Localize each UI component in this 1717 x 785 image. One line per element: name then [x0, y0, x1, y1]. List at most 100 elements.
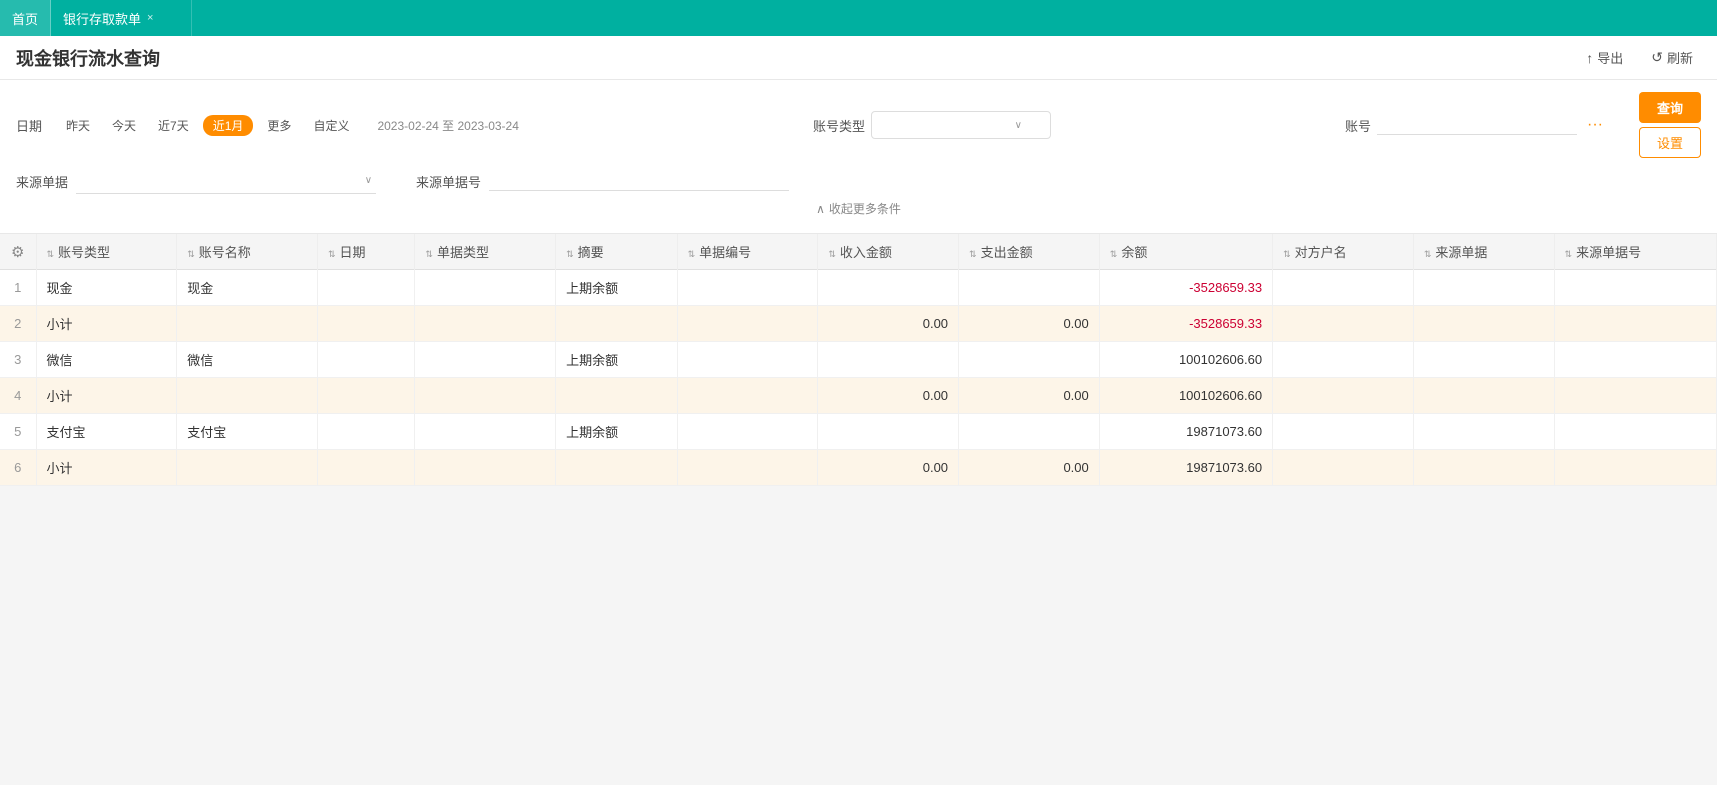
- date-option-近1月[interactable]: 近1月: [203, 115, 254, 136]
- cell-account_name-4: 支付宝: [177, 414, 318, 450]
- cell-income-5: 0.00: [818, 450, 959, 486]
- cell-balance-0: -3528659.33: [1099, 270, 1272, 306]
- cell-expense-0: [959, 270, 1100, 306]
- source-doc-select[interactable]: ∨: [76, 168, 376, 194]
- table-row: 4小计0.000.00100102606.60: [0, 378, 1717, 414]
- col-header-counterpart[interactable]: ⇅对方户名: [1273, 234, 1414, 270]
- col-header-account_name[interactable]: ⇅账号名称: [177, 234, 318, 270]
- refresh-button[interactable]: ↺ 刷新: [1643, 44, 1701, 71]
- col-header-date[interactable]: ⇅日期: [317, 234, 414, 270]
- cell-date-2: [317, 342, 414, 378]
- cell-settings-4: 5: [0, 414, 36, 450]
- filter-row-1: 日期 昨天今天近7天近1月更多自定义 2023-02-24 至 2023-03-…: [16, 92, 1701, 158]
- date-option-昨天[interactable]: 昨天: [58, 115, 98, 136]
- col-header-balance[interactable]: ⇅余额: [1099, 234, 1272, 270]
- sort-icon-doc_type: ⇅: [425, 249, 433, 260]
- account-input[interactable]: [1377, 115, 1577, 135]
- col-label-account_type: 账号类型: [58, 245, 110, 260]
- table-settings-icon[interactable]: ⚙: [11, 244, 24, 261]
- col-label-date: 日期: [339, 245, 365, 260]
- date-option-更多[interactable]: 更多: [259, 115, 299, 136]
- cell-income-2: [818, 342, 959, 378]
- account-type-select[interactable]: ∨: [871, 111, 1051, 139]
- col-header-account_type[interactable]: ⇅账号类型: [36, 234, 177, 270]
- export-icon: ↑: [1586, 50, 1593, 66]
- cell-source_doc-2: [1413, 342, 1554, 378]
- cell-expense-5: 0.00: [959, 450, 1100, 486]
- cell-account_name-2: 微信: [177, 342, 318, 378]
- cell-settings-1: 2: [0, 306, 36, 342]
- refresh-icon: ↺: [1651, 49, 1663, 66]
- cell-expense-1: 0.00: [959, 306, 1100, 342]
- col-label-doc_number: 单据编号: [699, 245, 751, 260]
- cell-account_name-3: [177, 378, 318, 414]
- cell-counterpart-2: [1273, 342, 1414, 378]
- cell-date-5: [317, 450, 414, 486]
- col-header-income[interactable]: ⇅收入金额: [818, 234, 959, 270]
- col-label-source_doc_num: 来源单据号: [1576, 245, 1641, 260]
- col-header-doc_number[interactable]: ⇅单据编号: [677, 234, 818, 270]
- tab-label: 银行存取款单: [63, 9, 141, 28]
- settings-button[interactable]: 设置: [1639, 127, 1701, 158]
- cell-settings-0: 1: [0, 270, 36, 306]
- col-label-doc_type: 单据类型: [437, 245, 489, 260]
- cell-source_doc-3: [1413, 378, 1554, 414]
- account-type-filter: 账号类型 ∨: [813, 111, 1051, 139]
- date-option-自定义[interactable]: 自定义: [305, 115, 357, 136]
- source-doc-num-label: 来源单据号: [416, 172, 481, 191]
- collapse-bar[interactable]: ∧ 收起更多条件: [16, 194, 1701, 221]
- col-header-doc_type[interactable]: ⇅ 单据类型: [415, 234, 556, 270]
- table-row: 5支付宝支付宝上期余额19871073.60: [0, 414, 1717, 450]
- table-row: 1现金现金上期余额-3528659.33: [0, 270, 1717, 306]
- nav-tab-银行存取款单[interactable]: 银行存取款单 ×: [51, 0, 192, 36]
- cell-expense-2: [959, 342, 1100, 378]
- sort-icon-balance: ⇅: [1110, 249, 1118, 260]
- date-option-近7天[interactable]: 近7天: [150, 115, 197, 136]
- col-header-source_doc_num[interactable]: ⇅来源单据号: [1554, 234, 1716, 270]
- cell-counterpart-4: [1273, 414, 1414, 450]
- cell-source_doc_num-2: [1554, 342, 1716, 378]
- date-range: 2023-02-24 至 2023-03-24: [377, 117, 518, 134]
- cell-source_doc_num-1: [1554, 306, 1716, 342]
- tab-close-icon[interactable]: ×: [147, 12, 153, 24]
- cell-summary-4: 上期余额: [556, 414, 678, 450]
- cell-doc_type-0: [415, 270, 556, 306]
- cell-counterpart-3: [1273, 378, 1414, 414]
- account-more-button[interactable]: ···: [1583, 116, 1607, 134]
- top-navigation: 首页 收款单×付款单×其他收入单×应收应付调整单×银行存取款单×预收冲应收单×收…: [0, 0, 1717, 36]
- cell-source_doc-0: [1413, 270, 1554, 306]
- col-header-expense[interactable]: ⇅支出金额: [959, 234, 1100, 270]
- source-doc-num-input[interactable]: [489, 171, 789, 191]
- data-table: ⚙⇅账号类型⇅账号名称⇅日期⇅单据类型⇅摘要⇅单据编号⇅收入金额⇅支出金额⇅余额…: [0, 234, 1717, 486]
- collapse-up-icon: ∧: [816, 202, 825, 216]
- col-label-summary: 摘要: [578, 245, 604, 260]
- source-doc-num-filter: 来源单据号: [416, 171, 789, 191]
- cell-source_doc-5: [1413, 450, 1554, 486]
- refresh-label: 刷新: [1667, 48, 1693, 67]
- col-label-account_name: 账号名称: [199, 245, 251, 260]
- page-header: 现金银行流水查询 ↑ 导出 ↺ 刷新: [0, 36, 1717, 80]
- table-container: ⚙⇅账号类型⇅账号名称⇅日期⇅单据类型⇅摘要⇅单据编号⇅收入金额⇅支出金额⇅余额…: [0, 234, 1717, 486]
- date-option-今天[interactable]: 今天: [104, 115, 144, 136]
- cell-settings-2: 3: [0, 342, 36, 378]
- account-type-label: 账号类型: [813, 116, 865, 135]
- home-label: 首页: [12, 9, 38, 28]
- source-doc-label: 来源单据: [16, 172, 68, 191]
- cell-summary-1: [556, 306, 678, 342]
- cell-counterpart-1: [1273, 306, 1414, 342]
- sort-icon-account_type: ⇅: [47, 249, 55, 260]
- cell-account_name-5: [177, 450, 318, 486]
- query-button[interactable]: 查询: [1639, 92, 1701, 123]
- col-header-summary[interactable]: ⇅摘要: [556, 234, 678, 270]
- sort-icon-source_doc: ⇅: [1424, 249, 1432, 260]
- export-button[interactable]: ↑ 导出: [1578, 44, 1631, 71]
- source-doc-filter: 来源单据 ∨: [16, 168, 376, 194]
- cell-source_doc_num-3: [1554, 378, 1716, 414]
- nav-home[interactable]: 首页: [0, 0, 51, 36]
- sort-icon-income: ⇅: [828, 249, 836, 260]
- cell-expense-3: 0.00: [959, 378, 1100, 414]
- col-header-source_doc[interactable]: ⇅来源单据: [1413, 234, 1554, 270]
- cell-income-3: 0.00: [818, 378, 959, 414]
- sort-icon-source_doc_num: ⇅: [1565, 249, 1573, 260]
- source-doc-arrow-icon: ∨: [365, 175, 372, 186]
